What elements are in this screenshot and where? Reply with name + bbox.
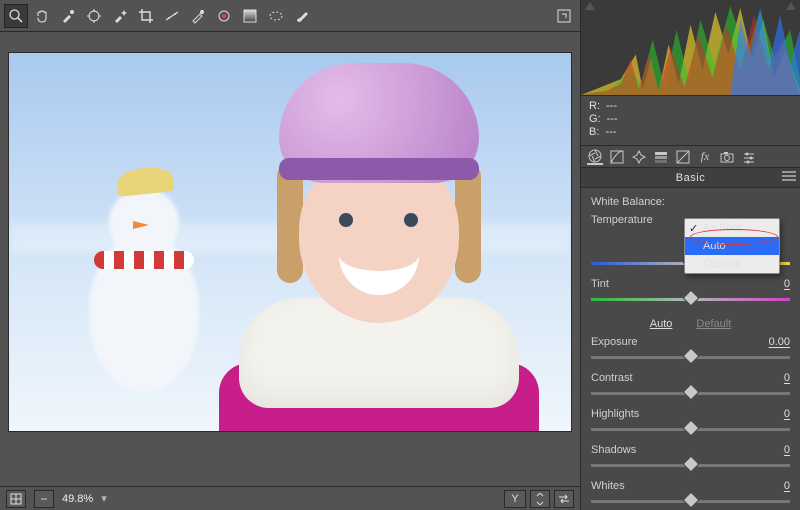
redeye-tool[interactable] <box>212 4 236 28</box>
before-after-y-button[interactable]: Y <box>504 490 526 508</box>
readout-b-value: --- <box>605 126 616 139</box>
updown-icon <box>533 493 547 505</box>
gradient-icon <box>242 8 258 24</box>
whites-value[interactable]: 0 <box>756 480 790 492</box>
hand-tool[interactable] <box>30 4 54 28</box>
rgb-readout: R: --- G: --- B: --- <box>581 96 800 146</box>
shadows-value[interactable]: 0 <box>756 444 790 456</box>
compare-updown-button[interactable] <box>530 490 550 508</box>
split-icon <box>676 150 690 164</box>
checkmark-icon: ✓ <box>689 222 698 235</box>
sampler-icon <box>86 8 102 24</box>
camera-icon <box>720 150 734 164</box>
readout-g-value: --- <box>607 113 618 126</box>
sparkle-eyedropper-icon <box>112 8 128 24</box>
histogram[interactable] <box>581 0 800 96</box>
contrast-label: Contrast <box>591 372 633 384</box>
crop-tool[interactable] <box>134 4 158 28</box>
panel-tabs: fx <box>581 146 800 168</box>
zoom-icon <box>8 8 24 24</box>
zoom-tool[interactable] <box>4 4 28 28</box>
straighten-tool[interactable] <box>160 4 184 28</box>
tab-presets[interactable] <box>741 149 757 165</box>
basic-auto-link[interactable]: Auto <box>650 318 673 330</box>
tint-value[interactable]: 0 <box>756 278 790 290</box>
compare-swap-button[interactable] <box>554 490 574 508</box>
exposure-slider[interactable] <box>591 348 790 366</box>
wb-option-custom[interactable]: Custom <box>685 255 779 273</box>
zoom-out-button[interactable]: − <box>34 490 54 508</box>
panel-title: Basic <box>676 172 705 184</box>
tab-camera[interactable] <box>719 149 735 165</box>
wb-dropdown[interactable]: ✓ As Shot Auto Custom <box>684 218 780 274</box>
preview-image[interactable] <box>8 52 572 432</box>
toolbar <box>0 0 580 32</box>
detail-icon <box>632 150 646 164</box>
highlights-slider[interactable] <box>591 420 790 438</box>
toggle-preferences[interactable] <box>552 4 576 28</box>
eyedropper-icon <box>60 8 76 24</box>
hsl-icon <box>654 150 668 164</box>
readout-b-label: B: <box>589 126 599 139</box>
targeted-tool[interactable] <box>108 4 132 28</box>
zoom-dropdown-icon[interactable]: ▾ <box>101 492 107 505</box>
readout-r-value: --- <box>606 100 617 113</box>
tab-basic[interactable] <box>587 149 603 165</box>
sliders-icon <box>742 150 756 164</box>
aperture-icon <box>588 149 602 163</box>
curve-icon <box>610 150 624 164</box>
heal-icon <box>190 8 206 24</box>
basic-panel: White Balance: Temperature ✓ As Shot Aut… <box>581 188 800 510</box>
tint-label: Tint <box>591 278 609 290</box>
ellipse-icon <box>268 8 284 24</box>
contrast-value[interactable]: 0 <box>756 372 790 384</box>
wb-option-as-shot[interactable]: ✓ As Shot <box>685 219 779 237</box>
color-sampler-tool[interactable] <box>82 4 106 28</box>
swap-icon <box>557 493 571 505</box>
exposure-label: Exposure <box>591 336 637 348</box>
panel-title-bar: Basic <box>581 168 800 188</box>
tab-fx[interactable]: fx <box>697 149 713 165</box>
tab-tone-curve[interactable] <box>609 149 625 165</box>
highlights-value[interactable]: 0 <box>756 408 790 420</box>
spot-removal-tool[interactable] <box>186 4 210 28</box>
panel-menu-icon[interactable] <box>782 171 796 181</box>
exposure-value[interactable]: 0.00 <box>756 336 790 348</box>
crop-icon <box>138 8 154 24</box>
shadows-label: Shadows <box>591 444 636 456</box>
readout-g-label: G: <box>589 113 601 126</box>
hand-icon <box>34 8 50 24</box>
tab-hsl[interactable] <box>653 149 669 165</box>
whites-label: Whites <box>591 480 625 492</box>
canvas-area[interactable] <box>0 32 580 486</box>
contrast-slider[interactable] <box>591 384 790 402</box>
expand-icon <box>556 8 572 24</box>
radial-filter-tool[interactable] <box>264 4 288 28</box>
temperature-label: Temperature <box>591 214 653 226</box>
basic-default-link[interactable]: Default <box>696 318 731 330</box>
readout-r-label: R: <box>589 100 600 113</box>
highlights-label: Highlights <box>591 408 639 420</box>
grid-toggle-button[interactable] <box>6 490 26 508</box>
tab-split[interactable] <box>675 149 691 165</box>
redeye-icon <box>216 8 232 24</box>
whites-slider[interactable] <box>591 492 790 510</box>
wb-eyedropper-tool[interactable] <box>56 4 80 28</box>
zoom-level[interactable]: 49.8% <box>62 493 93 505</box>
grid-icon <box>10 493 22 505</box>
wb-option-auto[interactable]: Auto <box>685 237 779 255</box>
adjustment-brush-tool[interactable] <box>290 4 314 28</box>
tint-slider[interactable] <box>591 290 790 308</box>
tab-detail[interactable] <box>631 149 647 165</box>
wb-label: White Balance: <box>591 196 665 208</box>
statusbar: − 49.8% ▾ Y <box>0 486 580 510</box>
straighten-icon <box>164 8 180 24</box>
brush-icon <box>294 8 310 24</box>
grad-filter-tool[interactable] <box>238 4 262 28</box>
shadows-slider[interactable] <box>591 456 790 474</box>
